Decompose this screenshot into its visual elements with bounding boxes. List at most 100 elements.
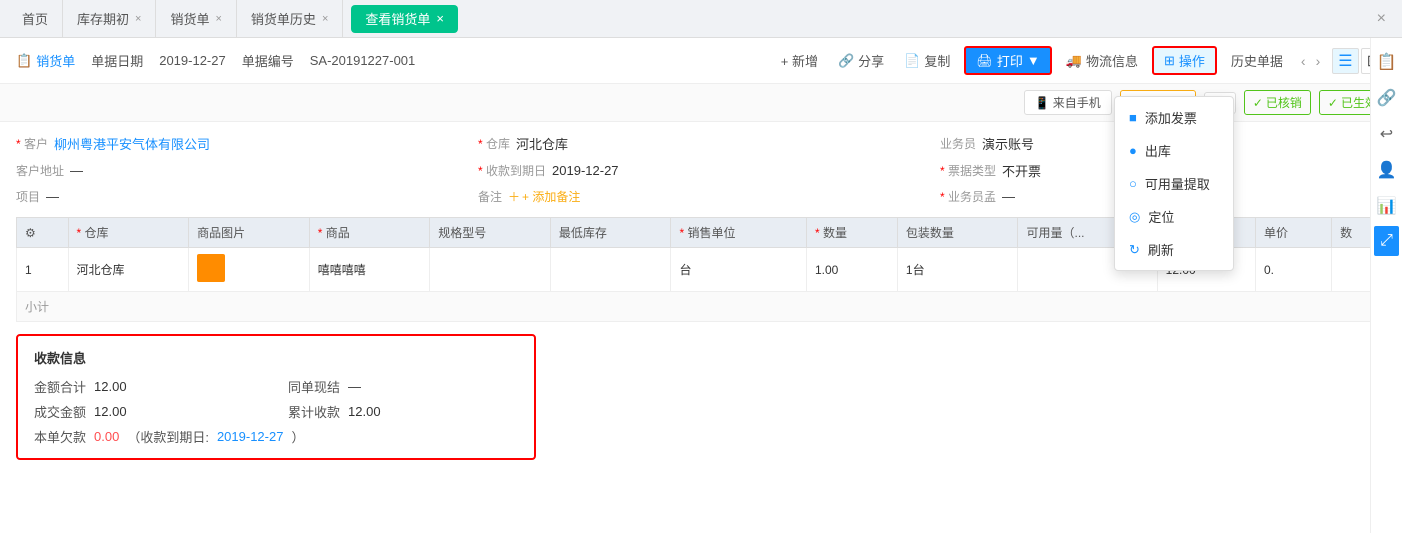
operation-grid-icon: ⊞ [1164, 53, 1175, 69]
same-order-value: — [348, 379, 361, 394]
sidebar-clipboard-icon[interactable]: 📋 [1371, 46, 1402, 78]
close-all-button[interactable]: × [1377, 10, 1386, 28]
copy-label: 复制 [924, 51, 950, 70]
cumulative-item: 累计收款 12.00 [288, 402, 518, 421]
document-type: 📋 销货单 [16, 51, 75, 70]
dropdown-add-invoice[interactable]: ■ 添加发票 [1115, 101, 1233, 134]
tab-inventory-label: 库存期初 [77, 9, 129, 28]
subtotal-row: 小计 [17, 292, 1386, 322]
dropdown-refresh[interactable]: ↻ 刷新 [1115, 233, 1233, 266]
print-button[interactable]: 🖨 打印 ▼ [964, 46, 1051, 75]
sold-status-button[interactable]: ✓ 已核销 [1244, 90, 1311, 115]
address-value: — [70, 163, 83, 178]
doc-type-icon: 📋 [16, 53, 32, 69]
sidebar-expand-icon[interactable]: ⤢ [1374, 226, 1399, 256]
available-label: 可用量提取 [1145, 174, 1210, 193]
transaction-value: 12.00 [94, 404, 127, 419]
tab-history-close[interactable]: × [322, 13, 328, 25]
new-label: + 新增 [781, 51, 818, 70]
transaction-label: 成交金额 [34, 402, 86, 421]
sidebar-return-icon[interactable]: ↩ [1374, 118, 1399, 150]
address-label: 客户地址 [16, 162, 64, 179]
same-order-item: 同单现结 — [288, 377, 518, 396]
add-invoice-icon: ■ [1129, 110, 1137, 125]
from-phone-label: 来自手机 [1053, 94, 1101, 111]
operation-button[interactable]: ⊞ 操作 [1152, 46, 1217, 75]
from-phone-button[interactable]: 📱 来自手机 [1024, 90, 1112, 115]
add-notes-button[interactable]: ＋ + 添加备注 [508, 188, 580, 205]
payment-title: 收款信息 [34, 348, 518, 367]
subtotal-label: 小计 [17, 292, 1386, 322]
locate-icon: ◎ [1129, 209, 1140, 225]
sidebar-link-icon[interactable]: 🔗 [1371, 82, 1402, 114]
tab-view-label: 查看销货单 [365, 9, 430, 28]
tab-inventory[interactable]: 库存期初 × [63, 0, 156, 38]
tab-sales[interactable]: 销货单 × [156, 0, 236, 38]
row-product: 嘻嘻嘻嘻 [309, 248, 430, 292]
next-arrow[interactable]: › [1312, 51, 1325, 71]
product-thumbnail [197, 254, 225, 282]
row-image [189, 248, 310, 292]
number-label: 单据编号 [242, 51, 294, 70]
tab-view-close[interactable]: × [436, 11, 444, 26]
warehouse-row: 仓库 河北仓库 [478, 134, 924, 153]
document-header: 📋 销货单 单据日期 2019-12-27 单据编号 SA-20191227-0… [0, 38, 1402, 84]
dropdown-available[interactable]: ○ 可用量提取 [1115, 167, 1233, 200]
total-amount-item: 金额合计 12.00 [34, 377, 264, 396]
warehouse-label: 仓库 [478, 135, 510, 152]
ticket-value: 不开票 [1002, 161, 1041, 180]
col-settings[interactable]: ⚙ [17, 218, 69, 248]
refresh-icon: ↻ [1129, 242, 1140, 258]
col-pack-qty: 包装数量 [897, 218, 1018, 248]
copy-button[interactable]: 📄 复制 [898, 49, 956, 72]
tab-sales-close[interactable]: × [215, 13, 221, 25]
row-price: 0. [1255, 248, 1331, 292]
doc-info: 单据日期 2019-12-27 单据编号 SA-20191227-001 [91, 51, 415, 70]
payment-date-label: 收款到期日 [478, 162, 546, 179]
customer-row: 客户 柳州粤港平安气体有限公司 [16, 134, 462, 153]
history-label: 历史单据 [1231, 51, 1283, 70]
employee-label: 业务员 [940, 135, 976, 152]
share-label: 分享 [858, 51, 884, 70]
list-view-button[interactable]: ☰ [1332, 48, 1358, 74]
check-sold-icon: ✓ [1253, 96, 1263, 110]
prev-arrow[interactable]: ‹ [1297, 51, 1310, 71]
tab-home[interactable]: 首页 [8, 0, 63, 38]
tab-inventory-close[interactable]: × [135, 13, 141, 25]
row-index: 1 [17, 248, 69, 292]
tabs-bar: 首页 库存期初 × 销货单 × 销货单历史 × 查看销货单 × × [0, 0, 1402, 38]
cumulative-value: 12.00 [348, 404, 381, 419]
col-quantity: 数量 [806, 218, 897, 248]
nav-arrows: ‹ › [1297, 51, 1324, 71]
same-order-label: 同单现结 [288, 377, 340, 396]
salesman-label: 业务员孟 [940, 188, 996, 205]
sidebar-chart-icon[interactable]: 📊 [1371, 190, 1402, 222]
owed-item: 本单欠款 0.00 （收款到期日: 2019-12-27 ） [34, 427, 518, 446]
customer-value[interactable]: 柳州粤港平安气体有限公司 [54, 134, 210, 153]
outbound-icon: ● [1129, 143, 1137, 158]
locate-label: 定位 [1148, 207, 1174, 226]
history-button[interactable]: 历史单据 [1225, 49, 1289, 72]
col-product: 商品 [309, 218, 430, 248]
dropdown-locate[interactable]: ◎ 定位 [1115, 200, 1233, 233]
tab-view-sales[interactable]: 查看销货单 × [351, 5, 458, 33]
payment-date-row: 收款到期日 2019-12-27 [478, 161, 924, 180]
print-icon: 🖨 [976, 53, 993, 69]
phone-icon: 📱 [1035, 96, 1050, 110]
plus-icon: ＋ [508, 188, 520, 205]
sidebar-user-icon[interactable]: 👤 [1371, 154, 1402, 186]
payment-grid: 金额合计 12.00 同单现结 — 成交金额 12.00 累计收款 12.00 … [34, 377, 518, 446]
print-label: 打印 [997, 51, 1023, 70]
salesman-value: — [1002, 189, 1015, 204]
logistics-button[interactable]: 🚚 物流信息 [1060, 49, 1144, 72]
share-button[interactable]: 🔗 分享 [832, 49, 890, 72]
new-button[interactable]: + 新增 [775, 49, 824, 72]
add-invoice-label: 添加发票 [1145, 108, 1197, 127]
customer-label: 客户 [16, 135, 48, 152]
cumulative-label: 累计收款 [288, 402, 340, 421]
date-value: 2019-12-27 [159, 53, 226, 68]
due-date: 2019-12-27 [217, 429, 284, 444]
total-amount-label: 金额合计 [34, 377, 86, 396]
tab-history[interactable]: 销货单历史 × [237, 0, 343, 38]
dropdown-outbound[interactable]: ● 出库 [1115, 134, 1233, 167]
